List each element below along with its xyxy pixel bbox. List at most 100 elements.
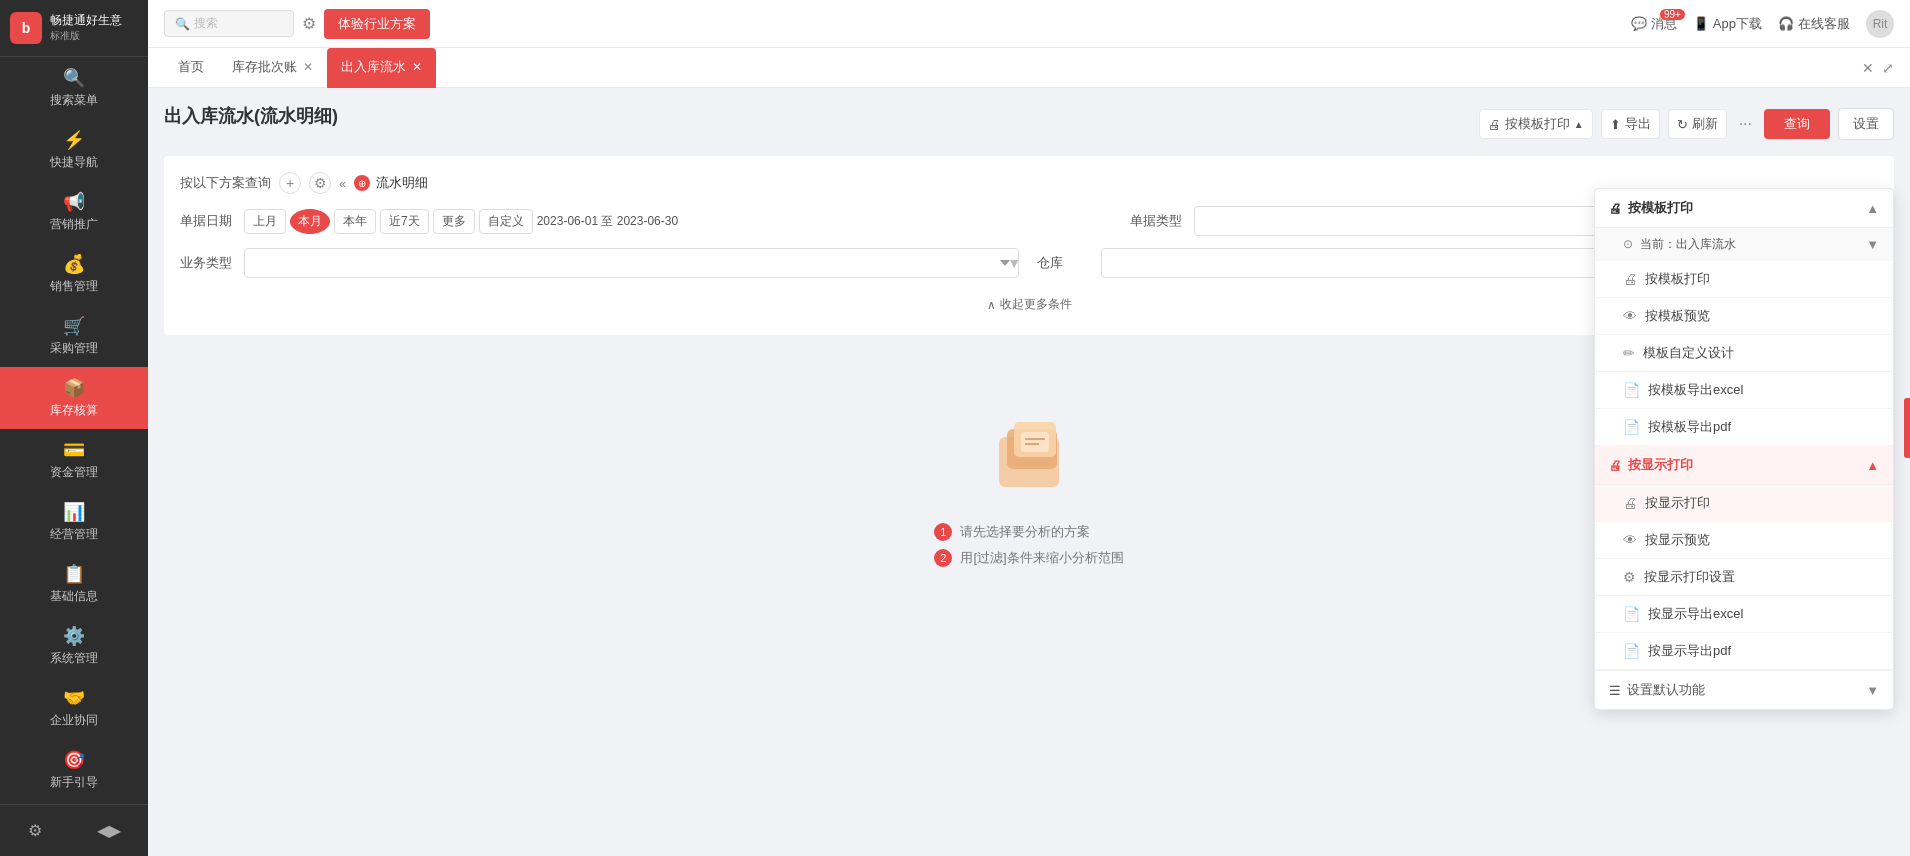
dp-item-display-pdf[interactable]: 📄 按显示导出pdf: [1595, 633, 1893, 670]
sidebar-item-inventory[interactable]: 📦 库存核算: [0, 367, 148, 429]
biz-type-select[interactable]: [244, 248, 1019, 278]
system-icon: ⚙️: [63, 625, 85, 647]
dp-display-section-title: 🖨 按显示打印: [1609, 456, 1693, 474]
dp-footer-chevron-icon[interactable]: ▼: [1866, 683, 1879, 698]
tab-flow-close[interactable]: ✕: [412, 60, 422, 74]
doc-type-label: 单据类型: [1130, 212, 1186, 230]
message-icon: 💬: [1631, 16, 1647, 31]
sidebar-item-basic[interactable]: 📋 基础信息: [0, 553, 148, 615]
filter-settings-btn[interactable]: ⚙: [309, 172, 331, 194]
logo-icon: b: [10, 12, 42, 44]
dp-item-display-settings[interactable]: ⚙ 按显示打印设置: [1595, 559, 1893, 596]
dp-item-template-pdf[interactable]: 📄 按模板导出pdf: [1595, 409, 1893, 446]
refresh-btn[interactable]: ↻ 刷新: [1668, 109, 1727, 139]
guide-icon: 🎯: [63, 749, 85, 771]
date-btn-more[interactable]: 更多: [433, 209, 475, 234]
biz-type-dropdown-icon[interactable]: ▼: [1007, 255, 1021, 271]
dp-display-print-icon: 🖨: [1609, 458, 1622, 473]
search-icon: 🔍: [63, 67, 85, 89]
app-download-btn[interactable]: 📱 App下载: [1693, 15, 1762, 33]
empty-step-1: 1 请先选择要分析的方案: [934, 523, 1123, 541]
sidebar-item-apps[interactable]: 🔲 应用中心: [0, 801, 148, 804]
tab-close-all-icon[interactable]: ✕: [1862, 60, 1874, 76]
dp-item-template-customize[interactable]: ✏ 模板自定义设计: [1595, 335, 1893, 372]
tab-batch-close[interactable]: ✕: [303, 60, 313, 74]
refresh-icon: ↻: [1677, 117, 1688, 132]
dp-display-section-chevron-icon[interactable]: ▲: [1866, 458, 1879, 473]
dp-footer-settings-icon: ☰: [1609, 683, 1621, 698]
tab-batch[interactable]: 库存批次账 ✕: [218, 48, 327, 88]
sidebar-item-sales[interactable]: 💰 销售管理: [0, 243, 148, 305]
message-badge: 99+: [1660, 9, 1685, 20]
filter-add-btn[interactable]: +: [279, 172, 301, 194]
dp-sub-icon: ⊙: [1623, 237, 1633, 251]
sidebar-nav: 🔍 搜索菜单 ⚡ 快捷导航 📢 营销推广 💰 销售管理 🛒 采购管理 📦 库存核…: [0, 57, 148, 804]
trial-button[interactable]: 体验行业方案: [324, 9, 430, 39]
sidebar-item-guide[interactable]: 🎯 新手引导: [0, 739, 148, 801]
more-options-btn[interactable]: ···: [1735, 111, 1756, 137]
dp-display-print-item-icon: 🖨: [1623, 495, 1637, 511]
right-edge-handle[interactable]: [1904, 398, 1910, 458]
content-area: 出入库流水(流水明细) 🖨 按模板打印 ▲ ⬆ 导出 ↻ 刷新 ··· 查询: [148, 88, 1910, 856]
inventory-icon: 📦: [63, 377, 85, 399]
quicknav-icon: ⚡: [63, 129, 85, 151]
sidebar-item-finance[interactable]: 💳 资金管理: [0, 429, 148, 491]
warehouse-label: 仓库: [1037, 254, 1093, 272]
dp-item-display-excel[interactable]: 📄 按显示导出excel: [1595, 596, 1893, 633]
app-icon: 📱: [1693, 16, 1709, 31]
sidebar-bottom: ⚙ ◀▶: [0, 804, 148, 856]
filter-label: 按以下方案查询: [180, 174, 271, 192]
brand-sub: 标准版: [50, 29, 122, 43]
tab-maximize-icon[interactable]: ⤢: [1882, 60, 1894, 76]
dp-template-customize-icon: ✏: [1623, 345, 1635, 361]
tab-flow[interactable]: 出入库流水 ✕: [327, 48, 436, 88]
sidebar-item-quick-nav[interactable]: ⚡ 快捷导航: [0, 119, 148, 181]
stream-dot-icon: ⊕: [354, 175, 370, 191]
dp-header-chevron-icon[interactable]: ▲: [1866, 201, 1879, 216]
print-template-btn[interactable]: 🖨 按模板打印 ▲: [1479, 109, 1593, 139]
dp-item-template-excel[interactable]: 📄 按模板导出excel: [1595, 372, 1893, 409]
date-btn-this-month[interactable]: 本月: [290, 209, 330, 234]
topbar-search-icon: 🔍: [175, 17, 190, 31]
step-2-num: 2: [934, 549, 952, 567]
dp-item-display-preview[interactable]: 👁 按显示预览: [1595, 522, 1893, 559]
settings-button[interactable]: 设置: [1838, 108, 1894, 140]
user-avatar[interactable]: Rit: [1866, 10, 1894, 38]
sidebar-item-corp[interactable]: 🤝 企业协同: [0, 677, 148, 739]
sidebar: b 畅捷通好生意 标准版 🔍 搜索菜单 ⚡ 快捷导航 📢 营销推广 💰 销售管理…: [0, 0, 148, 856]
dp-item-template-print[interactable]: 🖨 按模板打印: [1595, 261, 1893, 298]
topbar-gear-icon[interactable]: ⚙: [302, 14, 316, 33]
sidebar-item-system[interactable]: ⚙️ 系统管理: [0, 615, 148, 677]
message-btn[interactable]: 💬 消息 99+: [1631, 15, 1677, 33]
dp-footer[interactable]: ☰ 设置默认功能 ▼: [1595, 670, 1893, 709]
date-btn-last-month[interactable]: 上月: [244, 209, 286, 234]
dp-footer-label: ☰ 设置默认功能: [1609, 681, 1705, 699]
dp-template-print-icon: 🖨: [1623, 271, 1637, 287]
date-btn-7days[interactable]: 近7天: [380, 209, 429, 234]
sidebar-item-purchase[interactable]: 🛒 采购管理: [0, 305, 148, 367]
topbar-search[interactable]: 🔍 搜索: [164, 10, 294, 37]
collapse-bottom-btn[interactable]: ◀▶: [91, 815, 127, 846]
dp-sub-chevron-icon[interactable]: ▼: [1866, 237, 1879, 252]
service-icon: 🎧: [1778, 16, 1794, 31]
sidebar-item-search[interactable]: 🔍 搜索菜单: [0, 57, 148, 119]
query-button[interactable]: 查询: [1764, 109, 1830, 139]
date-btn-this-year[interactable]: 本年: [334, 209, 376, 234]
dp-item-display-print[interactable]: 🖨 按显示打印: [1595, 485, 1893, 522]
date-btn-custom[interactable]: 自定义: [479, 209, 533, 234]
dp-print-icon: 🖨: [1609, 201, 1622, 216]
brand-name: 畅捷通好生意: [50, 13, 122, 29]
dp-display-settings-icon: ⚙: [1623, 569, 1636, 585]
export-btn[interactable]: ⬆ 导出: [1601, 109, 1660, 139]
sidebar-item-marketing[interactable]: 📢 营销推广: [0, 181, 148, 243]
sidebar-item-operation[interactable]: 📊 经营管理: [0, 491, 148, 553]
settings-bottom-btn[interactable]: ⚙: [22, 815, 48, 846]
online-service-btn[interactable]: 🎧 在线客服: [1778, 15, 1850, 33]
dp-sub-label: ⊙ 当前：出入库流水: [1623, 236, 1736, 253]
chevron-up-icon: ∧: [987, 298, 996, 312]
filter-collapse-btn[interactable]: «: [339, 176, 346, 191]
dp-item-template-preview[interactable]: 👁 按模板预览: [1595, 298, 1893, 335]
dp-display-excel-icon: 📄: [1623, 606, 1640, 622]
tab-home[interactable]: 首页: [164, 48, 218, 88]
date-group: 上月 本月 本年 近7天 更多 自定义 2023-06-01 至 2023-06…: [244, 209, 678, 234]
